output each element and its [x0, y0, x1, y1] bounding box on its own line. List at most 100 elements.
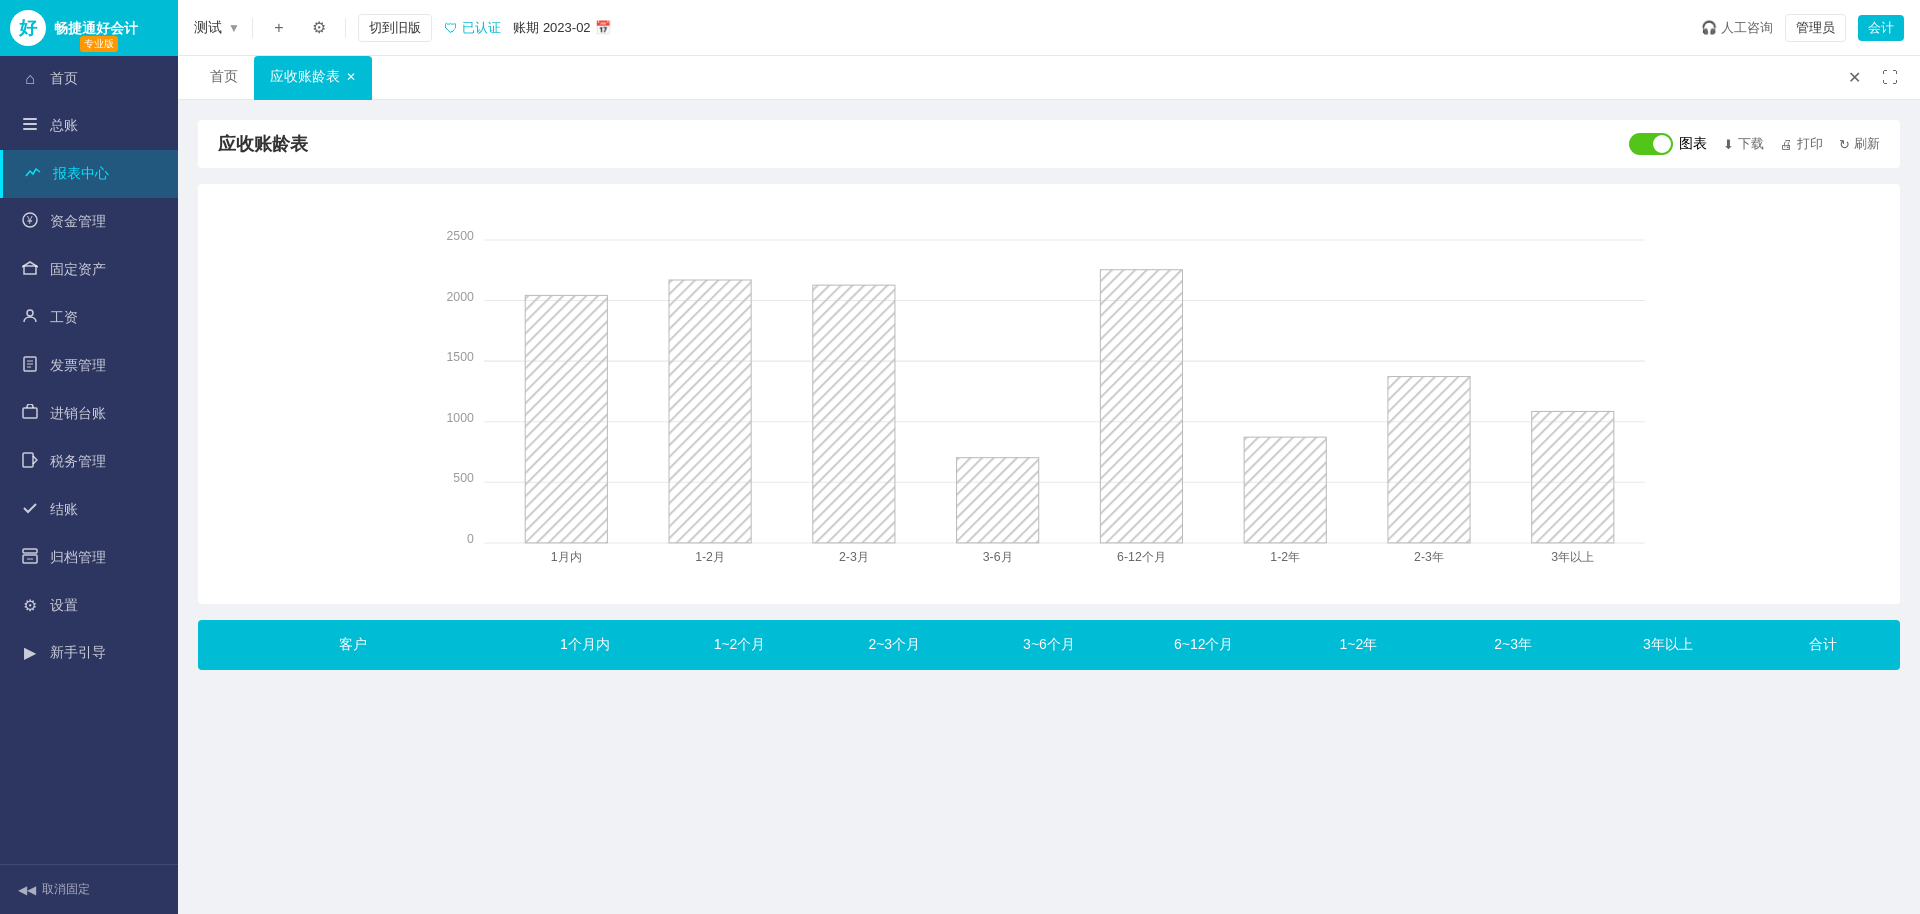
y-label-1500: 1500 [446, 350, 474, 364]
salary-icon [20, 308, 40, 328]
add-button[interactable]: + [265, 14, 293, 42]
certified-label: 已认证 [462, 19, 501, 37]
home-icon: ⌂ [20, 70, 40, 88]
toggle-thumb [1653, 135, 1671, 153]
sidebar: 好 畅捷通好会计 专业版 ⌂ 首页 总账 报表中心 ¥ 资金管理 [0, 0, 178, 914]
bar-2-3month [813, 285, 895, 543]
sidebar-item-salary[interactable]: 工资 [0, 294, 178, 342]
topbar-divider-1 [252, 18, 253, 38]
bar-6-12month [1100, 270, 1182, 543]
download-label: 下载 [1738, 135, 1764, 153]
page-title: 应收账龄表 [218, 132, 308, 156]
sidebar-item-invoice[interactable]: 发票管理 [0, 342, 178, 390]
service-btn[interactable]: 🎧 人工咨询 [1701, 19, 1773, 37]
close-tab-btn[interactable]: ✕ [1840, 64, 1868, 92]
x-label-3year-plus: 3年以上 [1551, 550, 1594, 564]
th-1month: 1个月内 [507, 620, 662, 670]
gear-icon: ⚙ [312, 18, 326, 37]
x-label-2-3month: 2-3月 [839, 550, 869, 564]
th-3year-plus: 3年以上 [1591, 620, 1746, 670]
certified-status: 🛡 已认证 [444, 19, 501, 37]
svg-rect-11 [23, 408, 37, 418]
table-header: 客户 1个月内 1~2个月 2~3个月 3~6个月 6~12个月 1~2年 2~… [198, 620, 1900, 670]
add-icon: + [274, 19, 283, 37]
manager-label: 管理员 [1796, 20, 1835, 35]
x-label-2-3year: 2-3年 [1414, 550, 1444, 564]
sidebar-label-guide: 新手引导 [50, 644, 106, 662]
sidebar-label-archive: 归档管理 [50, 549, 106, 567]
switch-old-btn[interactable]: 切到旧版 [358, 14, 432, 42]
sidebar-item-closing[interactable]: 结账 [0, 486, 178, 534]
sidebar-item-finance[interactable]: ¥ 资金管理 [0, 198, 178, 246]
th-1-2year: 1~2年 [1281, 620, 1436, 670]
sidebar-item-settings[interactable]: ⚙ 设置 [0, 582, 178, 629]
expand-tab-btn[interactable]: ⛶ [1876, 64, 1904, 92]
sidebar-item-purchase[interactable]: 进销台账 [0, 390, 178, 438]
page-header: 应收账龄表 图表 ⬇ 下载 🖨 打印 ↻ 刷新 [198, 120, 1900, 168]
sidebar-label-home: 首页 [50, 70, 78, 88]
bar-chart: 0 500 1000 1500 2000 2500 [218, 204, 1880, 584]
logo-main: 畅捷通好会计 [54, 20, 138, 37]
refresh-label: 刷新 [1854, 135, 1880, 153]
shield-icon: 🛡 [444, 20, 458, 36]
chart-toggle[interactable]: 图表 [1629, 133, 1707, 155]
refresh-btn[interactable]: ↻ 刷新 [1839, 135, 1880, 153]
toggle-track[interactable] [1629, 133, 1673, 155]
svg-rect-2 [23, 128, 37, 130]
settings-button[interactable]: ⚙ [305, 14, 333, 42]
calendar-icon: 📅 [595, 20, 611, 35]
y-label-2500: 2500 [446, 229, 474, 243]
sidebar-bottom: ◀◀ 取消固定 [0, 864, 178, 914]
x-label-1-2month: 1-2月 [695, 550, 725, 564]
header-actions: 图表 ⬇ 下载 🖨 打印 ↻ 刷新 [1629, 133, 1880, 155]
x-label-3-6month: 3-6月 [983, 550, 1013, 564]
svg-rect-5 [24, 266, 36, 274]
tab-home[interactable]: 首页 [194, 56, 254, 100]
invoice-icon [20, 356, 40, 376]
chart-toggle-label: 图表 [1679, 135, 1707, 153]
project-dropdown-icon: ▼ [228, 21, 240, 35]
tab-aging-label: 应收账龄表 [270, 68, 340, 86]
sidebar-label-assets: 固定资产 [50, 261, 106, 279]
tab-aging[interactable]: 应收账龄表 ✕ [254, 56, 372, 100]
sidebar-label-purchase: 进销台账 [50, 405, 106, 423]
tab-aging-close-icon[interactable]: ✕ [346, 70, 356, 84]
archive-icon [20, 548, 40, 568]
sidebar-label-tax: 税务管理 [50, 453, 106, 471]
sidebar-label-settings: 设置 [50, 597, 78, 615]
sidebar-label-reports: 报表中心 [53, 165, 109, 183]
svg-rect-12 [23, 453, 33, 467]
assets-icon [20, 260, 40, 280]
finance-icon: ¥ [20, 212, 40, 232]
download-icon: ⬇ [1723, 137, 1734, 152]
print-btn[interactable]: 🖨 打印 [1780, 135, 1823, 153]
th-customer: 客户 [198, 620, 507, 670]
bar-1month [525, 295, 607, 543]
manager-btn[interactable]: 管理员 [1785, 14, 1846, 42]
purchase-icon [20, 404, 40, 424]
sidebar-item-assets[interactable]: 固定资产 [0, 246, 178, 294]
content-area: 应收账龄表 图表 ⬇ 下载 🖨 打印 ↻ 刷新 [178, 100, 1920, 914]
settings-icon: ⚙ [20, 596, 40, 615]
sidebar-item-home[interactable]: ⌂ 首页 [0, 56, 178, 102]
sidebar-item-ledger[interactable]: 总账 [0, 102, 178, 150]
print-label: 打印 [1797, 135, 1823, 153]
x-label-1month: 1月内 [551, 550, 582, 564]
ledger-icon [20, 116, 40, 136]
svg-point-6 [27, 310, 33, 316]
tab-home-label: 首页 [210, 68, 238, 86]
download-btn[interactable]: ⬇ 下载 [1723, 135, 1764, 153]
cancel-fixed-btn[interactable]: ◀◀ 取消固定 [10, 875, 168, 904]
project-selector[interactable]: 测试 ▼ [194, 19, 240, 37]
sidebar-item-guide[interactable]: ▶ 新手引导 [0, 629, 178, 676]
sidebar-item-tax[interactable]: 税务管理 [0, 438, 178, 486]
logo-icon: 好 [10, 10, 46, 46]
th-3-6month: 3~6个月 [972, 620, 1127, 670]
period-display: 账期 2023-02 📅 [513, 19, 611, 37]
svg-rect-0 [23, 118, 37, 120]
sidebar-item-archive[interactable]: 归档管理 [0, 534, 178, 582]
refresh-icon: ↻ [1839, 137, 1850, 152]
sidebar-label-closing: 结账 [50, 501, 78, 519]
sidebar-item-reports[interactable]: 报表中心 [0, 150, 178, 198]
y-label-2000: 2000 [446, 290, 474, 304]
